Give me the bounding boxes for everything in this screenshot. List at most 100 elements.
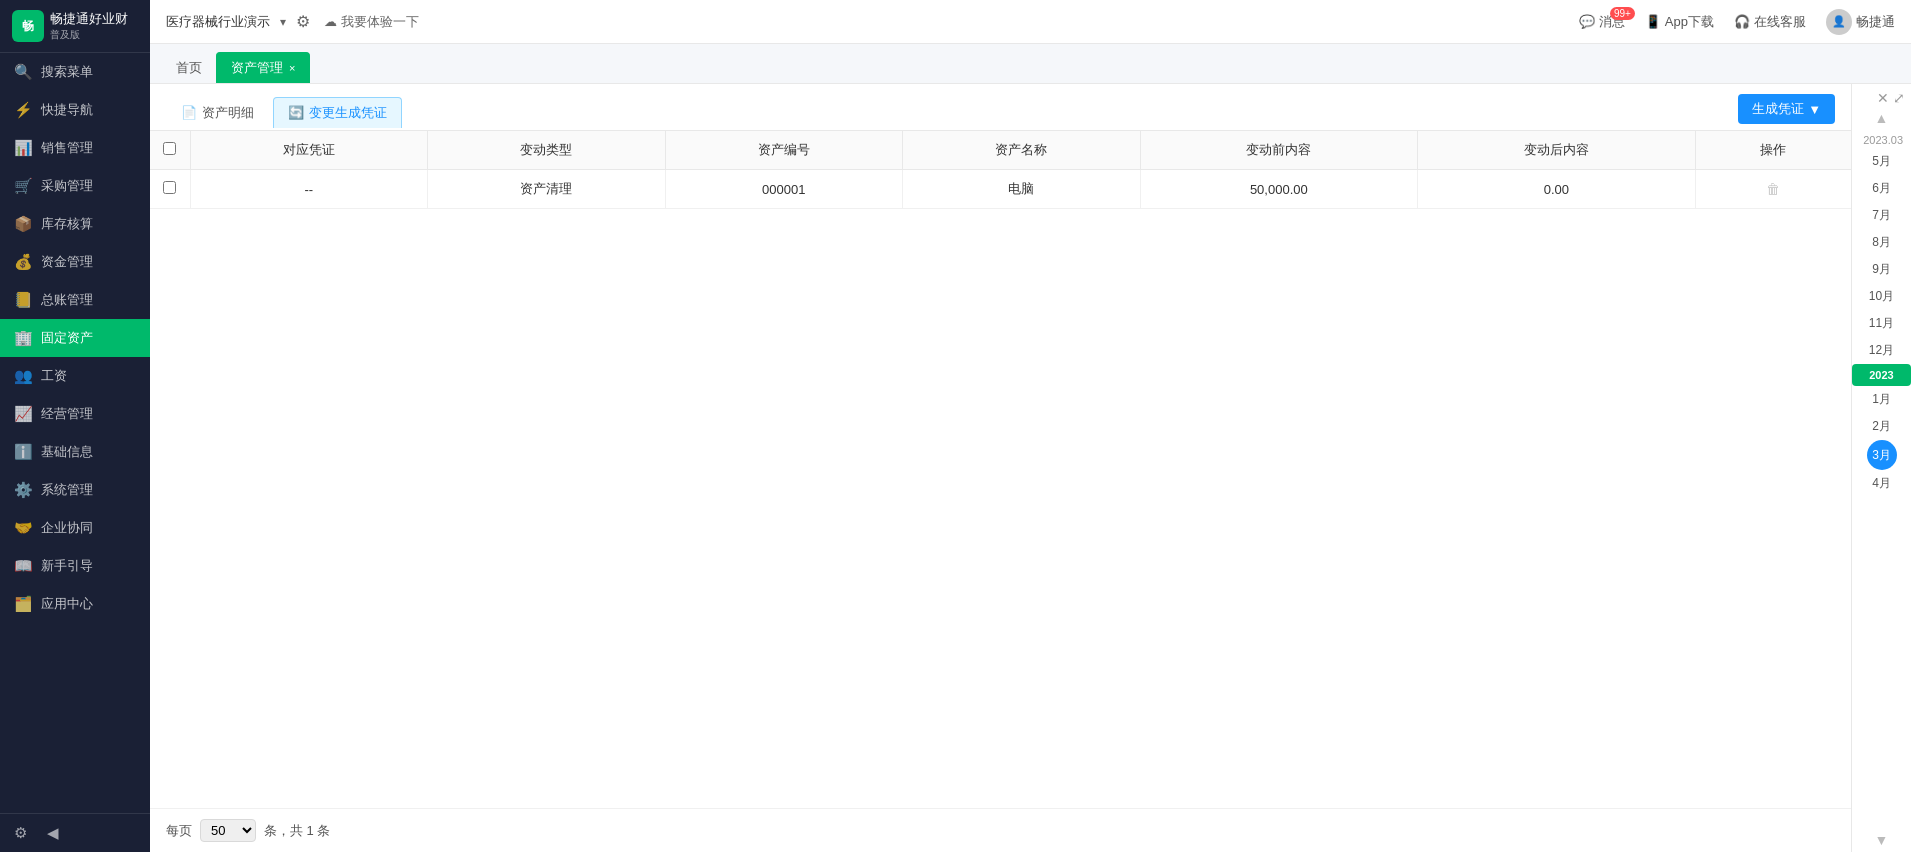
sidebar-item-enterprise[interactable]: 🤝 企业协同 (0, 509, 150, 547)
sidebar-item-fund[interactable]: 💰 资金管理 (0, 243, 150, 281)
select-all-checkbox[interactable] (163, 142, 176, 155)
tab-asset-management[interactable]: 资产管理 × (216, 52, 310, 83)
generate-dropdown-arrow: ▼ (1808, 102, 1821, 117)
panel-close-icon[interactable]: ✕ (1877, 90, 1889, 106)
generate-voucher-button[interactable]: 生成凭证 ▼ (1738, 94, 1835, 124)
tab-home[interactable]: 首页 (166, 53, 212, 83)
logo-icon: 畅 (12, 10, 44, 42)
try-experience[interactable]: ☁ 我要体验一下 (324, 13, 419, 31)
panel-expand-icon[interactable]: ⤢ (1893, 90, 1905, 106)
month-item-6月[interactable]: 6月 (1852, 175, 1911, 202)
delete-icon[interactable]: 🗑 (1766, 181, 1780, 197)
table-header-对应凭证: 对应凭证 (190, 131, 428, 170)
fund-nav-label: 资金管理 (41, 253, 93, 271)
sidebar-item-payroll[interactable]: 👥工资 (0, 357, 150, 395)
enterprise-nav-icon: 🤝 (14, 519, 33, 537)
inventory-nav-icon: 📦 (14, 215, 33, 233)
sidebar-item-inventory[interactable]: 📦 库存核算 (0, 205, 150, 243)
top-header: 医疗器械行业演示 ▾ ⚙ ☁ 我要体验一下 💬 消息 99+ 📱 App下载 🎧… (150, 0, 1911, 44)
sidebar-item-search[interactable]: 🔍搜索菜单 (0, 53, 150, 91)
user-avatar: 👤 (1826, 9, 1852, 35)
sidebar-item-basic-info[interactable]: ℹ️ 基础信息 (0, 433, 150, 471)
generate-voucher-label: 生成凭证 (1752, 100, 1804, 118)
sidebar-item-sales[interactable]: 📊销售管理 (0, 129, 150, 167)
online-service-label: 在线客服 (1754, 13, 1806, 31)
sidebar-item-app-center[interactable]: 🗂️应用中心 (0, 585, 150, 623)
settings-icon[interactable]: ⚙ (14, 824, 27, 842)
month-item-8月[interactable]: 8月 (1852, 229, 1911, 256)
table-header-checkbox (150, 131, 190, 170)
sidebar-bottom: ⚙ ◀ (0, 813, 150, 852)
table-header-资产名称: 资产名称 (903, 131, 1141, 170)
try-text: 我要体验一下 (341, 13, 419, 31)
app-download-button[interactable]: 📱 App下载 (1645, 13, 1714, 31)
row-voucher: -- (190, 170, 428, 209)
cloud-icon: ☁ (324, 14, 337, 29)
content-inner: 📄 资产明细 🔄 变更生成凭证 生成凭证 ▼ (150, 84, 1851, 852)
logo-subtitle: 普及版 (50, 28, 128, 41)
table-wrapper: 对应凭证变动类型资产编号资产名称变动前内容变动后内容操作 -- 资产清理 000… (150, 131, 1851, 808)
ledger-nav-label: 总账管理 (41, 291, 93, 309)
sales-nav-icon: 📊 (14, 139, 33, 157)
collapse-icon[interactable]: ◀ (47, 824, 59, 842)
online-service-button[interactable]: 🎧 在线客服 (1734, 13, 1806, 31)
basic-info-nav-icon: ℹ️ (14, 443, 33, 461)
table-header-变动前内容: 变动前内容 (1140, 131, 1418, 170)
fixed-assets-nav-icon: 🏢 (14, 329, 33, 347)
sidebar-item-fixed-assets[interactable]: 🏢固定资产 (0, 319, 150, 357)
row-change-type: 资产清理 (428, 170, 666, 209)
panel-header: ✕ ⤢ (1852, 84, 1911, 106)
table-header-变动类型: 变动类型 (428, 131, 666, 170)
company-dropdown-icon[interactable]: ▾ (280, 15, 286, 29)
sidebar-item-purchase[interactable]: 🛒采购管理 (0, 167, 150, 205)
month-item-2023-2月[interactable]: 2月 (1852, 413, 1911, 440)
month-item-11月[interactable]: 11月 (1852, 310, 1911, 337)
header-right: 💬 消息 99+ 📱 App下载 🎧 在线客服 👤 畅捷通 (1579, 9, 1895, 35)
asset-detail-label: 资产明细 (202, 104, 254, 122)
settings-gear-icon[interactable]: ⚙ (296, 12, 310, 31)
month-item-7月[interactable]: 7月 (1852, 202, 1911, 229)
user-name: 畅捷通 (1856, 13, 1895, 31)
row-checkbox[interactable] (163, 181, 176, 194)
sidebar-item-ledger[interactable]: 📒 总账管理 (0, 281, 150, 319)
month-item-10月[interactable]: 10月 (1852, 283, 1911, 310)
purchase-nav-icon: 🛒 (14, 177, 33, 195)
logo-title: 畅捷通好业财 (50, 11, 128, 28)
sidebar-item-system[interactable]: ⚙️系统管理 (0, 471, 150, 509)
user-menu[interactable]: 👤 畅捷通 (1826, 9, 1895, 35)
scroll-up-arrow[interactable]: ▲ (1852, 106, 1911, 130)
tab-asset-label: 资产管理 (231, 59, 283, 77)
sidebar-item-quick-nav[interactable]: ⚡快捷导航 (0, 91, 150, 129)
subtab-asset-detail[interactable]: 📄 资产明细 (166, 97, 269, 128)
month-item-12月[interactable]: 12月 (1852, 337, 1911, 364)
enterprise-nav-label: 企业协同 (41, 519, 93, 537)
table-header-变动后内容: 变动后内容 (1418, 131, 1696, 170)
sidebar: 畅 畅捷通好业财 普及版 🔍搜索菜单⚡快捷导航📊销售管理🛒采购管理 📦 库存核算 💰 资… (0, 0, 150, 852)
month-item-5月[interactable]: 5月 (1852, 148, 1911, 175)
inventory-nav-label: 库存核算 (41, 215, 93, 233)
message-button[interactable]: 💬 消息 99+ (1579, 13, 1625, 31)
subtab-change-voucher[interactable]: 🔄 变更生成凭证 (273, 97, 402, 128)
row-checkbox-cell (150, 170, 190, 209)
tab-close-icon[interactable]: × (289, 62, 295, 74)
main-area: 医疗器械行业演示 ▾ ⚙ ☁ 我要体验一下 💬 消息 99+ 📱 App下载 🎧… (150, 0, 1911, 852)
row-after: 0.00 (1418, 170, 1696, 209)
sidebar-item-business[interactable]: 📈 经营管理 (0, 395, 150, 433)
app-download-label: App下载 (1665, 13, 1714, 31)
app-center-nav-icon: 🗂️ (14, 595, 33, 613)
fund-nav-icon: 💰 (14, 253, 33, 271)
month-item-2023-1月[interactable]: 1月 (1852, 386, 1911, 413)
sidebar-item-guide[interactable]: 📖新手引导 (0, 547, 150, 585)
per-page-select[interactable]: 102050100 (200, 819, 256, 842)
change-voucher-label: 变更生成凭证 (309, 104, 387, 122)
business-nav-label: 经营管理 (41, 405, 93, 423)
month-item-2023-4月[interactable]: 4月 (1852, 470, 1911, 497)
month-item-9月[interactable]: 9月 (1852, 256, 1911, 283)
business-nav-icon: 📈 (14, 405, 33, 423)
month-item-2023-3月[interactable]: 3月 (1867, 440, 1897, 470)
basic-info-nav-label: 基础信息 (41, 443, 93, 461)
ledger-nav-icon: 📒 (14, 291, 33, 309)
scroll-down-arrow[interactable]: ▼ (1852, 828, 1911, 852)
phone-icon: 📱 (1645, 14, 1661, 29)
message-icon: 💬 (1579, 14, 1595, 29)
